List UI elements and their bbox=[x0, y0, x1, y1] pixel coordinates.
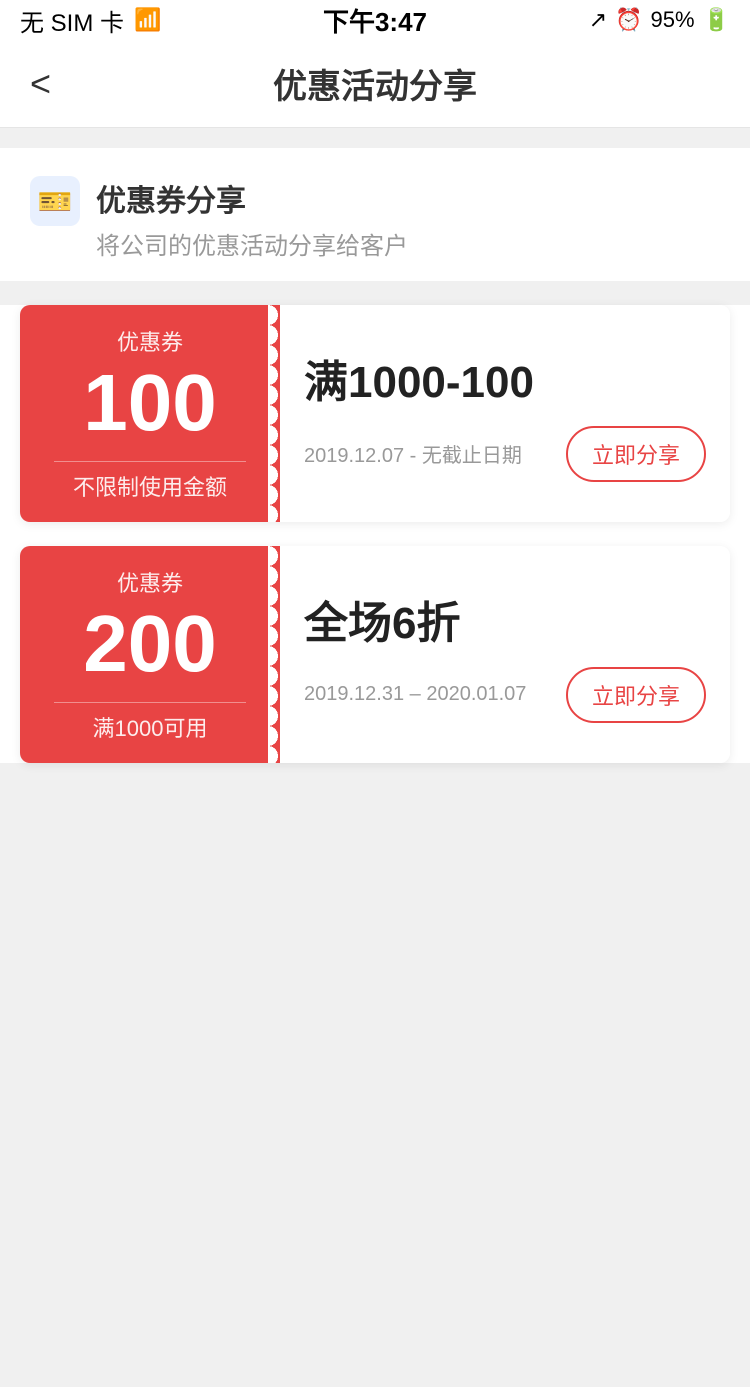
share-button-1[interactable]: 立即分享 bbox=[566, 426, 706, 482]
coupon-condition-2: 满1000可用 bbox=[93, 711, 208, 743]
coupon-icon: 🎫 bbox=[38, 185, 73, 218]
battery-text: 95% bbox=[651, 7, 695, 33]
coupon-divider-2 bbox=[54, 702, 246, 703]
background-filler bbox=[0, 787, 750, 1387]
coupon-amount-2: 200 bbox=[83, 604, 216, 684]
coupon-list: 优惠券 100 不限制使用金额 满1000-100 2019.12.07 - 无… bbox=[0, 305, 750, 763]
coupon-right-1: 满1000-100 2019.12.07 - 无截止日期 立即分享 bbox=[280, 305, 730, 522]
coupon-right-2: 全场6折 2019.12.31 – 2020.01.07 立即分享 bbox=[280, 546, 730, 763]
carrier-text: 无 SIM 卡 bbox=[20, 3, 124, 38]
wifi-icon: 📶 bbox=[134, 7, 161, 33]
coupon-card-2: 优惠券 200 满1000可用 全场6折 2019.12.31 – 2020.0… bbox=[20, 546, 730, 763]
coupon-card-1: 优惠券 100 不限制使用金额 满1000-100 2019.12.07 - 无… bbox=[20, 305, 730, 522]
coupon-date-2: 2019.12.31 – 2020.01.07 bbox=[304, 683, 526, 706]
status-left: 无 SIM 卡 📶 bbox=[20, 3, 161, 38]
section-icon: 🎫 bbox=[30, 176, 80, 226]
coupon-date-1: 2019.12.07 - 无截止日期 bbox=[304, 439, 522, 468]
location-icon: ↗ bbox=[589, 7, 607, 33]
coupon-info-row-2: 2019.12.31 – 2020.01.07 立即分享 bbox=[304, 667, 706, 723]
section-subtitle: 将公司的优惠活动分享给客户 bbox=[96, 226, 408, 261]
section-text: 优惠券分享 将公司的优惠活动分享给客户 bbox=[96, 176, 408, 261]
coupon-condition-1: 不限制使用金额 bbox=[73, 470, 227, 502]
coupon-label-1: 优惠券 bbox=[117, 325, 183, 357]
status-bar: 无 SIM 卡 📶 下午3:47 ↗ ⏰ 95% 🔋 bbox=[0, 0, 750, 40]
section-header: 🎫 优惠券分享 将公司的优惠活动分享给客户 bbox=[0, 148, 750, 281]
coupon-divider-1 bbox=[54, 461, 246, 462]
section-title: 优惠券分享 bbox=[96, 176, 408, 220]
coupon-left-1: 优惠券 100 不限制使用金额 bbox=[20, 305, 280, 522]
coupon-info-row-1: 2019.12.07 - 无截止日期 立即分享 bbox=[304, 426, 706, 482]
coupon-left-2: 优惠券 200 满1000可用 bbox=[20, 546, 280, 763]
nav-bar: < 优惠活动分享 bbox=[0, 40, 750, 128]
coupon-label-2: 优惠券 bbox=[117, 566, 183, 598]
coupon-title-1: 满1000-100 bbox=[304, 346, 706, 410]
coupon-title-2: 全场6折 bbox=[304, 587, 706, 651]
status-time: 下午3:47 bbox=[323, 2, 427, 39]
back-button[interactable]: < bbox=[30, 63, 51, 105]
share-button-2[interactable]: 立即分享 bbox=[566, 667, 706, 723]
coupon-amount-1: 100 bbox=[83, 363, 216, 443]
alarm-icon: ⏰ bbox=[615, 7, 642, 33]
page-title: 优惠活动分享 bbox=[273, 59, 477, 108]
battery-icon: 🔋 bbox=[703, 7, 730, 33]
status-right: ↗ ⏰ 95% 🔋 bbox=[589, 7, 730, 33]
